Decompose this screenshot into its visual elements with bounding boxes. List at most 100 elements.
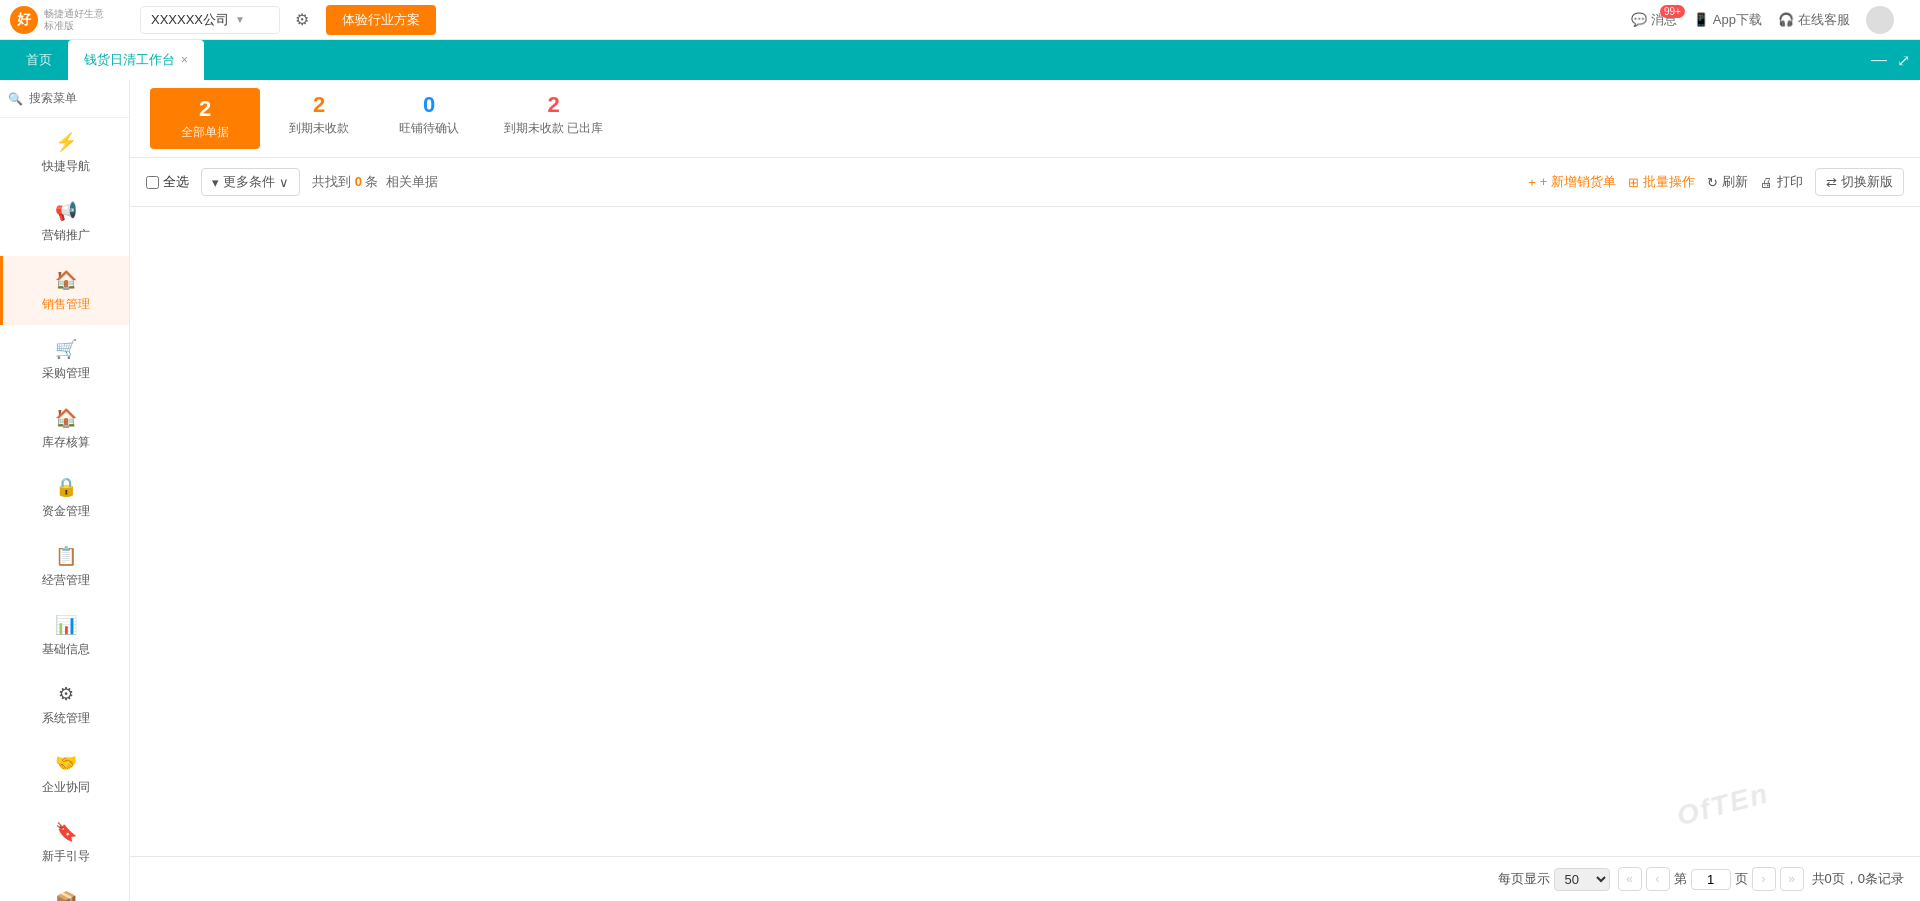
sidebar-item-cooperation[interactable]: 🤝 企业协同 xyxy=(0,739,129,808)
operation-icon: 📋 xyxy=(54,544,78,568)
page-navigation: « ‹ 第 页 › » xyxy=(1618,867,1804,891)
toolbar-left: 全选 ▾ 更多条件 ∨ 共找到 0 条 相关单据 xyxy=(146,168,438,196)
online-service-item[interactable]: 🎧 在线客服 xyxy=(1778,11,1850,29)
sidebar-item-operation[interactable]: 📋 经营管理 xyxy=(0,532,129,601)
found-text: 共找到 0 条 相关单据 xyxy=(312,173,438,191)
sidebar-item-label-marketing: 营销推广 xyxy=(42,227,90,244)
app-download-label: App下载 xyxy=(1713,11,1762,29)
company-name: XXXXXX公司 xyxy=(151,11,229,29)
sidebar-item-finance[interactable]: 🔒 资金管理 xyxy=(0,463,129,532)
nav-tab-actions: — ⤢ xyxy=(1871,51,1910,70)
print-button[interactable]: 🖨 打印 xyxy=(1760,173,1803,191)
quick-nav-icon: ⚡ xyxy=(54,130,78,154)
stats-tab-all[interactable]: 2 全部单据 xyxy=(150,88,260,149)
page-size-label: 每页显示 xyxy=(1498,870,1550,888)
company-selector[interactable]: XXXXXX公司 ▼ xyxy=(140,6,280,34)
logo-area: 好 畅捷通好生意 标准版 xyxy=(10,6,140,34)
page-input[interactable] xyxy=(1691,869,1731,890)
stats-count-all: 2 xyxy=(170,96,240,122)
stats-tab-overdue[interactable]: 2 到期未收款 xyxy=(264,80,374,157)
page-size-select: 每页显示 50 100 200 xyxy=(1498,868,1610,891)
sidebar-item-inventory[interactable]: 🏠 库存核算 xyxy=(0,394,129,463)
base-info-icon: 📊 xyxy=(54,613,78,637)
stats-tab-pending[interactable]: 0 旺铺待确认 xyxy=(374,80,484,157)
sales-icon: 🏠 xyxy=(54,268,78,292)
filter-button[interactable]: ▾ 更多条件 ∨ xyxy=(201,168,300,196)
print-icon: 🖨 xyxy=(1760,175,1773,190)
last-page-button[interactable]: » xyxy=(1780,867,1804,891)
select-all-label: 全选 xyxy=(163,173,189,191)
refresh-button[interactable]: ↻ 刷新 xyxy=(1707,173,1748,191)
stats-label-overdue-shipped: 到期未收款 已出库 xyxy=(504,120,603,137)
sidebar-item-system[interactable]: ⚙ 系统管理 xyxy=(0,670,129,739)
tab-home[interactable]: 首页 xyxy=(10,40,68,80)
stats-count-overdue-shipped: 2 xyxy=(504,92,603,118)
purchase-icon: 🛒 xyxy=(54,337,78,361)
sidebar-item-label-system: 系统管理 xyxy=(42,710,90,727)
search-label: 搜索菜单 xyxy=(29,90,77,107)
pagination: 每页显示 50 100 200 « ‹ 第 页 › » 共0页，0条记录 xyxy=(130,856,1920,901)
avatar[interactable] xyxy=(1866,6,1894,34)
sidebar-item-marketing[interactable]: 📢 营销推广 xyxy=(0,187,129,256)
stats-tab-overdue-shipped[interactable]: 2 到期未收款 已出库 xyxy=(484,80,623,157)
first-page-button[interactable]: « xyxy=(1618,867,1642,891)
sidebar-item-app-center[interactable]: 📦 应用中心 xyxy=(0,877,129,901)
sidebar-item-base-info[interactable]: 📊 基础信息 xyxy=(0,601,129,670)
toolbar: 全选 ▾ 更多条件 ∨ 共找到 0 条 相关单据 + + 新增销货单 xyxy=(130,158,1920,207)
batch-icon: ⊞ xyxy=(1628,175,1639,190)
inventory-icon: 🏠 xyxy=(54,406,78,430)
toolbar-right: + + 新增销货单 ⊞ 批量操作 ↻ 刷新 🖨 打印 ⇄ 切换新版 xyxy=(1528,168,1904,196)
sidebar-item-sales[interactable]: 🏠 销售管理 xyxy=(0,256,129,325)
batch-operation-button[interactable]: ⊞ 批量操作 xyxy=(1628,173,1695,191)
sidebar-search[interactable]: 🔍 搜索菜单 xyxy=(0,80,129,118)
sidebar-item-label-inventory: 库存核算 xyxy=(42,434,90,451)
tab-close-icon[interactable]: × xyxy=(181,53,188,67)
page-size-dropdown[interactable]: 50 100 200 xyxy=(1554,868,1610,891)
main-layout: 🔍 搜索菜单 ⚡ 快捷导航 📢 营销推广 🏠 销售管理 🛒 采购管理 🏠 库存核… xyxy=(0,80,1920,901)
sidebar-item-label-operation: 经营管理 xyxy=(42,572,90,589)
search-icon: 🔍 xyxy=(8,92,23,106)
message-badge: 99+ xyxy=(1660,5,1685,18)
filter-icon: ▾ xyxy=(212,175,219,190)
sidebar-item-label-finance: 资金管理 xyxy=(42,503,90,520)
sidebar: 🔍 搜索菜单 ⚡ 快捷导航 📢 营销推广 🏠 销售管理 🛒 采购管理 🏠 库存核… xyxy=(0,80,130,901)
switch-version-button[interactable]: ⇄ 切换新版 xyxy=(1815,168,1904,196)
sidebar-item-label-quick-nav: 快捷导航 xyxy=(42,158,90,175)
expand-icon[interactable]: ⤢ xyxy=(1897,51,1910,70)
sidebar-item-label-sales: 销售管理 xyxy=(42,296,90,313)
marketing-icon: 📢 xyxy=(54,199,78,223)
page-unit: 页 xyxy=(1735,870,1748,888)
sidebar-item-purchase[interactable]: 🛒 采购管理 xyxy=(0,325,129,394)
total-records: 共0页，0条记录 xyxy=(1812,870,1904,888)
app-download-item[interactable]: 📱 App下载 xyxy=(1693,11,1762,29)
filter-arrow-icon: ∨ xyxy=(279,175,289,190)
refresh-icon: ↻ xyxy=(1707,175,1718,190)
app-center-icon: 📦 xyxy=(54,889,78,901)
next-page-button[interactable]: › xyxy=(1752,867,1776,891)
sidebar-item-guide[interactable]: 🔖 新手引导 xyxy=(0,808,129,877)
tab-workbench[interactable]: 钱货日清工作台 × xyxy=(68,40,204,80)
company-dropdown-arrow: ▼ xyxy=(235,14,245,25)
add-sales-order-button[interactable]: + + 新增销货单 xyxy=(1528,173,1616,191)
prev-page-button[interactable]: ‹ xyxy=(1646,867,1670,891)
finance-icon: 🔒 xyxy=(54,475,78,499)
try-solution-button[interactable]: 体验行业方案 xyxy=(326,5,436,35)
sidebar-item-label-cooperation: 企业协同 xyxy=(42,779,90,796)
stats-tabs: 2 全部单据 2 到期未收款 0 旺铺待确认 2 到期未收款 已出库 xyxy=(130,80,1920,158)
minimize-icon[interactable]: — xyxy=(1871,51,1887,69)
found-count: 0 xyxy=(355,174,362,189)
sidebar-item-label-base-info: 基础信息 xyxy=(42,641,90,658)
message-item[interactable]: 💬 消息 99+ xyxy=(1631,11,1677,29)
system-icon: ⚙ xyxy=(54,682,78,706)
stats-label-overdue: 到期未收款 xyxy=(284,120,354,137)
stats-label-pending: 旺铺待确认 xyxy=(394,120,464,137)
switch-icon: ⇄ xyxy=(1826,175,1837,190)
select-all-checkbox[interactable]: 全选 xyxy=(146,173,189,191)
sidebar-item-quick-nav[interactable]: ⚡ 快捷导航 xyxy=(0,118,129,187)
settings-icon[interactable]: ⚙ xyxy=(288,6,316,34)
stats-count-overdue: 2 xyxy=(284,92,354,118)
table-area xyxy=(130,207,1920,856)
select-all-input[interactable] xyxy=(146,176,159,189)
filter-label: 更多条件 xyxy=(223,173,275,191)
logo-icon: 好 xyxy=(10,6,38,34)
